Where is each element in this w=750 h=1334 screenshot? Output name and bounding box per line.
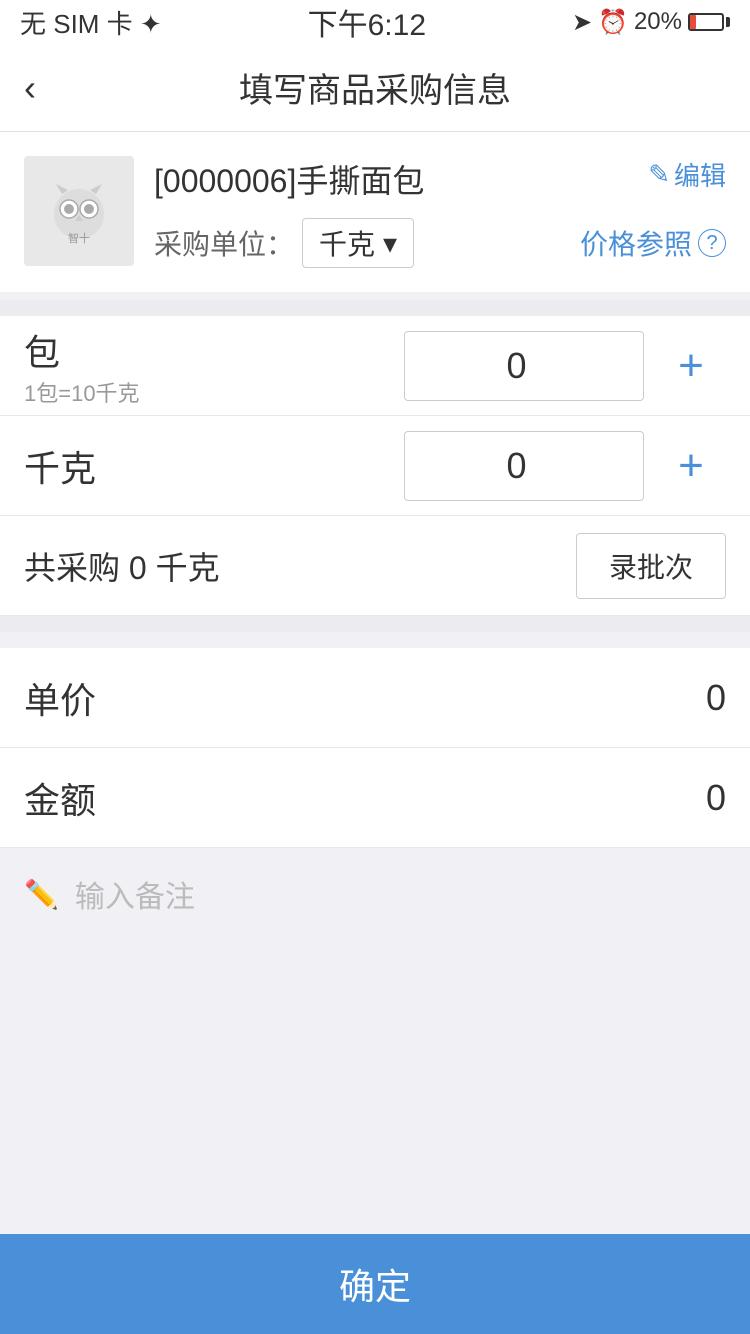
- edit-button[interactable]: ✎ 编辑: [648, 156, 726, 193]
- help-icon: ?: [698, 229, 726, 257]
- batch-button[interactable]: 录批次: [576, 533, 726, 599]
- product-info: [0000006]手撕面包 ✎ 编辑 采购单位： 千克 ▾ 价格参照 ?: [154, 156, 726, 268]
- bag-label: 包: [24, 324, 140, 376]
- alarm-icon: ⏰: [598, 8, 628, 37]
- battery-percent: 20%: [634, 8, 682, 36]
- unit-price-row: 单价 0: [0, 648, 750, 748]
- back-button[interactable]: ‹: [24, 67, 36, 109]
- status-time: 下午6:12: [308, 0, 426, 44]
- total-row: 共采购 0 千克 录批次: [0, 516, 750, 616]
- location-icon: ➤: [572, 8, 592, 37]
- unit-label: 采购单位：: [154, 223, 294, 263]
- total-label: 共采购 0 千克: [24, 543, 220, 589]
- kg-label: 千克: [24, 440, 96, 492]
- kg-quantity-input[interactable]: [404, 431, 644, 501]
- status-bar: 无 SIM 卡 ✦ 下午6:12 ➤ ⏰ 20%: [0, 0, 750, 44]
- status-right: ➤ ⏰ 20%: [572, 8, 730, 37]
- unit-select[interactable]: 千克 ▾: [302, 218, 414, 268]
- pencil-icon: ✏️: [24, 878, 59, 911]
- product-logo: 智十: [39, 171, 119, 251]
- status-left: 无 SIM 卡 ✦: [20, 4, 162, 41]
- notes-section: ✏️ 输入备注: [0, 848, 750, 1068]
- notes-placeholder: 输入备注: [75, 872, 195, 916]
- unit-price-label: 单价: [24, 672, 96, 724]
- page-title: 填写商品采购信息: [239, 63, 511, 112]
- edit-icon: ✎: [648, 159, 670, 190]
- price-section: 单价 0 金额 0: [0, 648, 750, 848]
- amount-label: 金额: [24, 772, 96, 824]
- amount-value: 0: [706, 777, 726, 819]
- notes-input-area[interactable]: ✏️ 输入备注: [24, 872, 726, 916]
- divider-2: [0, 616, 750, 632]
- sim-label: 无 SIM 卡 ✦: [20, 4, 162, 41]
- kg-input-row: 千克 +: [0, 416, 750, 516]
- bag-input-row: 包 1包=10千克 +: [0, 316, 750, 416]
- product-name: [0000006]手撕面包: [154, 156, 424, 202]
- bag-quantity-input[interactable]: [404, 331, 644, 401]
- confirm-button[interactable]: 确定: [0, 1234, 750, 1334]
- price-ref-label: 价格参照: [580, 223, 692, 263]
- product-image: 智十: [24, 156, 134, 266]
- kg-plus-button[interactable]: +: [656, 431, 726, 501]
- edit-label: 编辑: [674, 156, 726, 193]
- unit-price-value: 0: [706, 677, 726, 719]
- amount-row: 金额 0: [0, 748, 750, 848]
- svg-text:智十: 智十: [68, 231, 90, 245]
- price-ref-button[interactable]: 价格参照 ?: [580, 223, 726, 263]
- dropdown-icon: ▾: [383, 227, 397, 260]
- product-card: 智十 [0000006]手撕面包 ✎ 编辑 采购单位： 千克 ▾ 价格参照 ?: [0, 132, 750, 292]
- battery-indicator: [688, 13, 730, 31]
- bottom-spacer: [0, 1068, 750, 1168]
- bag-sub-label: 1包=10千克: [24, 376, 140, 408]
- unit-value: 千克: [319, 223, 375, 263]
- nav-bar: ‹ 填写商品采购信息: [0, 44, 750, 132]
- input-section: 包 1包=10千克 + 千克 +: [0, 316, 750, 516]
- divider-1: [0, 300, 750, 316]
- bag-plus-button[interactable]: +: [656, 331, 726, 401]
